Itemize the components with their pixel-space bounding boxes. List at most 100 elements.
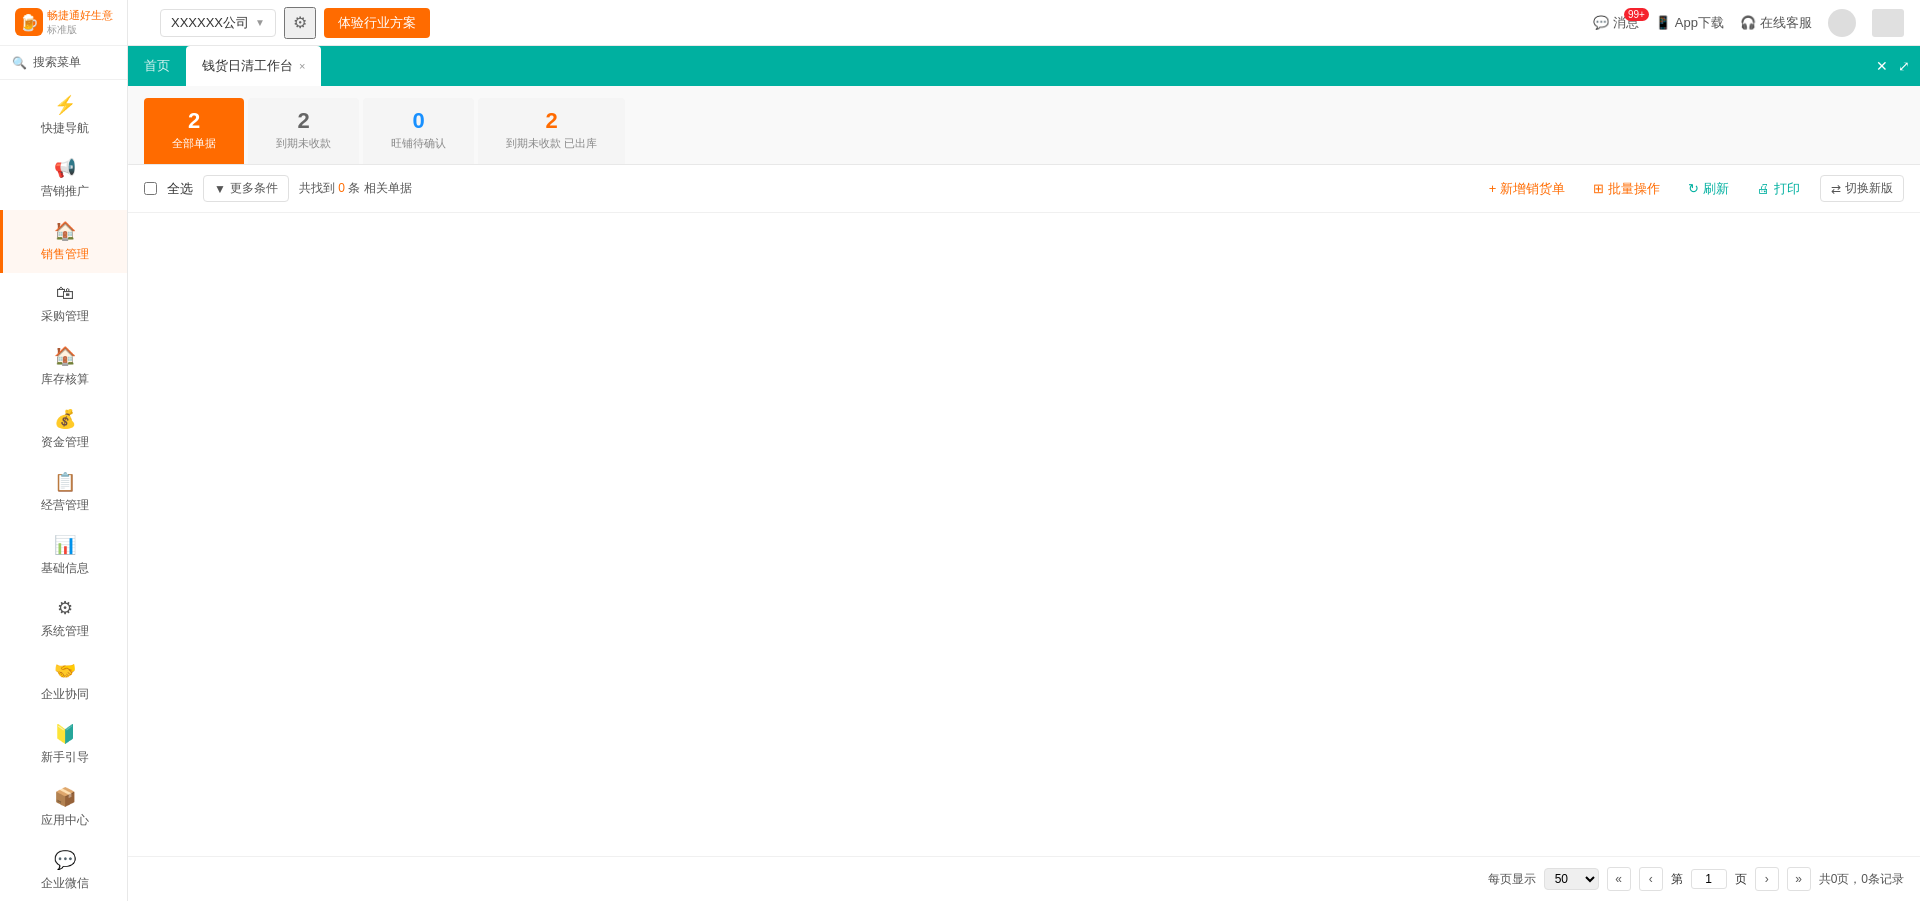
tab-label-1: 钱货日清工作台 <box>202 57 293 75</box>
batch-btn-label: 批量操作 <box>1608 180 1660 198</box>
sidebar-item-销售管理[interactable]: 🏠销售管理 <box>0 210 127 273</box>
found-count-value: 0 <box>338 181 345 195</box>
refresh-btn[interactable]: ↻ 刷新 <box>1680 176 1737 202</box>
stat-num-2: 0 <box>412 108 424 134</box>
stat-tab-2[interactable]: 0 旺铺待确认 <box>363 98 474 164</box>
sidebar-icon-8: ⚙ <box>57 597 73 619</box>
sidebar-icon-1: 📢 <box>54 157 76 179</box>
mobile-icon: 📱 <box>1655 15 1671 30</box>
toolbar-right: + 新增销货单 ⊞ 批量操作 ↻ 刷新 🖨 打印 ⇄ 切换新版 <box>1481 175 1904 202</box>
sidebar-label-7: 基础信息 <box>41 560 89 577</box>
stat-tab-3[interactable]: 2 到期未收款 已出库 <box>478 98 625 164</box>
sidebar-item-经营管理[interactable]: 📋经营管理 <box>0 461 127 524</box>
sidebar-label-5: 资金管理 <box>41 434 89 451</box>
stat-tab-0[interactable]: 2全部单据 <box>144 98 244 164</box>
sidebar-item-系统管理[interactable]: ⚙系统管理 <box>0 587 127 650</box>
sidebar-icon-11: 📦 <box>54 786 76 808</box>
toolbar: 全选 ▼ 更多条件 共找到 0 条 相关单据 + 新增销货单 ⊞ 批量操作 ↻ … <box>128 165 1920 213</box>
first-page-btn[interactable]: « <box>1607 867 1631 891</box>
sidebar-icon-6: 📋 <box>54 471 76 493</box>
logo-text: 畅捷通好生意 <box>47 8 113 22</box>
sidebar-icon-3: 🛍 <box>56 283 74 304</box>
sidebar-label-12: 企业微信 <box>41 875 89 892</box>
close-window-icon[interactable]: ✕ <box>1876 58 1888 74</box>
sidebar-item-快捷导航[interactable]: ⚡快捷导航 <box>0 84 127 147</box>
switch-label: 切换新版 <box>1845 180 1893 197</box>
user-menu-btn[interactable] <box>1872 9 1904 37</box>
sidebar-item-库存核算[interactable]: 🏠库存核算 <box>0 335 127 398</box>
chevron-down-icon: ▼ <box>255 17 265 28</box>
company-name: XXXXXX公司 <box>171 14 249 32</box>
sidebar: 🍺 畅捷通好生意 标准版 🔍 搜索菜单 ⚡快捷导航📢营销推广🏠销售管理🛍采购管理… <box>0 0 128 901</box>
page-number-input[interactable] <box>1691 869 1727 889</box>
print-icon: 🖨 <box>1757 181 1770 196</box>
sidebar-item-营销推广[interactable]: 📢营销推广 <box>0 147 127 210</box>
page-size-label: 每页显示 <box>1488 871 1536 888</box>
filter-btn[interactable]: ▼ 更多条件 <box>203 175 289 202</box>
sidebar-item-应用中心[interactable]: 📦 应用中心 <box>0 776 127 839</box>
print-btn[interactable]: 🖨 打印 <box>1749 176 1808 202</box>
online-service-btn[interactable]: 🎧 在线客服 <box>1740 14 1812 32</box>
sidebar-icon-10: 🔰 <box>54 723 76 745</box>
switch-version-btn[interactable]: ⇄ 切换新版 <box>1820 175 1904 202</box>
sidebar-item-企业协同[interactable]: 🤝企业协同 <box>0 650 127 713</box>
app-download-btn[interactable]: 📱 App下载 <box>1655 14 1724 32</box>
trial-btn[interactable]: 体验行业方案 <box>324 8 430 38</box>
tab-close-1[interactable]: × <box>299 60 305 72</box>
main-content: 2全部单据 2 到期未收款 0 旺铺待确认 2 到期未收款 已出库 全选 ▼ 更多条件 共找… <box>128 86 1920 901</box>
select-all-label: 全选 <box>167 180 193 198</box>
filter-icon: ▼ <box>214 182 226 196</box>
pagination: 每页显示 50 100 200 « ‹ 第 页 › » 共0页，0条记录 <box>128 856 1920 901</box>
refresh-icon: ↻ <box>1688 181 1699 196</box>
stat-num-1: 2 <box>297 108 309 134</box>
logo-area: 🍺 畅捷通好生意 标准版 <box>0 0 127 46</box>
next-page-btn[interactable]: › <box>1755 867 1779 891</box>
batch-operation-btn[interactable]: ⊞ 批量操作 <box>1585 176 1668 202</box>
sidebar-icon-2: 🏠 <box>54 220 76 242</box>
sidebar-icon-12: 💬 <box>54 849 76 871</box>
stat-label-3: 到期未收款 已出库 <box>506 136 597 151</box>
select-all-checkbox[interactable] <box>144 182 157 195</box>
search-menu-label: 搜索菜单 <box>33 54 81 71</box>
message-icon: 💬 <box>1593 15 1609 30</box>
sidebar-label-9: 企业协同 <box>41 686 89 703</box>
search-icon: 🔍 <box>12 56 27 70</box>
top-header: XXXXXX公司 ▼ ⚙ 体验行业方案 💬 消息 99+ 📱 App下载 🎧 在… <box>128 0 1920 46</box>
settings-button[interactable]: ⚙ <box>284 7 316 39</box>
stat-label-2: 旺铺待确认 <box>391 136 446 151</box>
add-sale-order-btn[interactable]: + 新增销货单 <box>1481 176 1573 202</box>
message-badge: 99+ <box>1624 8 1649 21</box>
stat-num-3: 2 <box>545 108 557 134</box>
stats-tabs: 2全部单据 2 到期未收款 0 旺铺待确认 2 到期未收款 已出库 <box>128 86 1920 165</box>
tab-1[interactable]: 钱货日清工作台 × <box>186 46 321 86</box>
sidebar-label-0: 快捷导航 <box>41 120 89 137</box>
sidebar-item-新手引导[interactable]: 🔰 新手引导 <box>0 713 127 776</box>
tab-0[interactable]: 首页 <box>128 46 186 86</box>
prev-page-btn[interactable]: ‹ <box>1639 867 1663 891</box>
tab-bar-right: ✕ ⤢ <box>1876 58 1920 74</box>
stat-label-1: 到期未收款 <box>276 136 331 151</box>
tab-bar: 首页 钱货日清工作台 × ✕ ⤢ <box>128 46 1920 86</box>
sidebar-item-采购管理[interactable]: 🛍采购管理 <box>0 273 127 335</box>
batch-icon: ⊞ <box>1593 181 1604 196</box>
logo-sub: 标准版 <box>47 23 113 37</box>
sidebar-icon-4: 🏠 <box>54 345 76 367</box>
sidebar-label-10: 新手引导 <box>41 749 89 766</box>
sidebar-item-资金管理[interactable]: 💰资金管理 <box>0 398 127 461</box>
message-btn[interactable]: 💬 消息 99+ <box>1593 14 1639 32</box>
content-area: 2全部单据 2 到期未收款 0 旺铺待确认 2 到期未收款 已出库 全选 ▼ 更多条件 共找… <box>128 86 1920 901</box>
found-count: 共找到 0 条 相关单据 <box>299 180 412 197</box>
page-size-select[interactable]: 50 100 200 <box>1544 868 1599 890</box>
sidebar-item-基础信息[interactable]: 📊基础信息 <box>0 524 127 587</box>
sidebar-label-11: 应用中心 <box>41 812 89 829</box>
tab-label-0: 首页 <box>144 57 170 75</box>
page-of-label: 页 <box>1735 871 1747 888</box>
page-summary: 共0页，0条记录 <box>1819 871 1904 888</box>
last-page-btn[interactable]: » <box>1787 867 1811 891</box>
company-selector[interactable]: XXXXXX公司 ▼ <box>160 9 276 37</box>
maximize-icon[interactable]: ⤢ <box>1898 58 1910 74</box>
search-menu-item[interactable]: 🔍 搜索菜单 <box>0 46 127 80</box>
sidebar-item-企业微信[interactable]: 💬 企业微信 <box>0 839 127 901</box>
stat-tab-1[interactable]: 2 到期未收款 <box>248 98 359 164</box>
avatar[interactable] <box>1828 9 1856 37</box>
